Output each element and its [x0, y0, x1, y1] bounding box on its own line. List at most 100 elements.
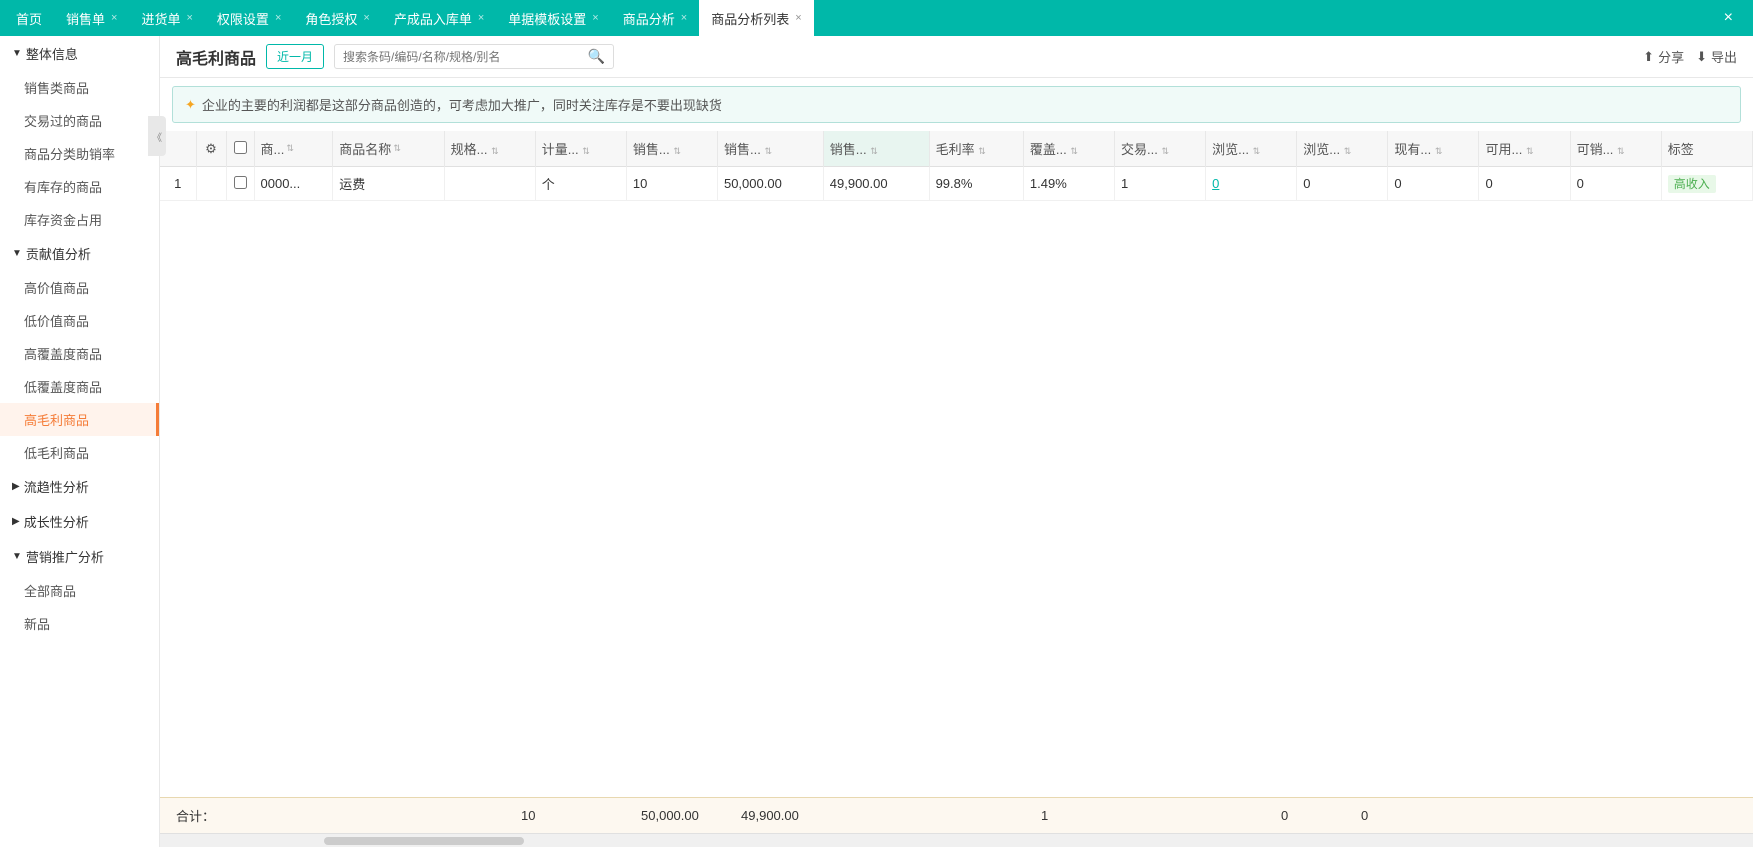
export-button[interactable]: ⬇ 导出: [1696, 47, 1737, 66]
sidebar-group-overall[interactable]: ▼ 整体信息: [0, 36, 159, 71]
horizontal-scrollbar[interactable]: [160, 833, 1753, 847]
search-icon[interactable]: 🔍: [588, 48, 605, 65]
col-saleable[interactable]: 可销... ⇅: [1570, 131, 1661, 167]
sidebar-item-high-profit[interactable]: 高毛利商品: [0, 403, 159, 436]
select-all-checkbox[interactable]: [234, 141, 247, 154]
col-unit[interactable]: 计量... ⇅: [535, 131, 626, 167]
sort-saleprofit-icon: ⇅: [870, 146, 878, 156]
nav-tab-template[interactable]: 单据模板设置 ×: [496, 0, 610, 36]
col-sale-amount[interactable]: 销售... ⇅: [717, 131, 823, 167]
sort-trade-icon: ⇅: [1162, 146, 1170, 156]
window-close-button[interactable]: ×: [1716, 9, 1741, 27]
content-area: 高毛利商品 近一月 🔍 ⬆ 分享 ⬇ 导出 ✦ 企业的主要的利润都是这部分商品创…: [160, 36, 1753, 847]
sort-grossrate-icon: ⇅: [978, 146, 986, 156]
nav-tab-analysis-list[interactable]: 商品分析列表 ×: [699, 0, 813, 36]
sidebar-item-sales-goods[interactable]: 销售类商品: [0, 71, 159, 104]
sidebar-item-traded-goods[interactable]: 交易过的商品: [0, 104, 159, 137]
search-input[interactable]: [343, 50, 588, 64]
filter-month-btn[interactable]: 近一月: [266, 44, 324, 69]
sidebar-item-low-coverage[interactable]: 低覆盖度商品: [0, 370, 159, 403]
sidebar-item-stock-capital[interactable]: 库存资金占用: [0, 203, 159, 236]
cell-saleable: 0: [1570, 167, 1661, 201]
footer-sale-amount: 50,000.00: [635, 808, 735, 823]
cell-spec: [444, 167, 535, 201]
nav-tab-permission[interactable]: 权限设置 ×: [205, 0, 293, 36]
cell-settings: [196, 167, 226, 201]
col-available[interactable]: 可用... ⇅: [1479, 131, 1570, 167]
scrollbar-thumb[interactable]: [324, 837, 524, 845]
cell-name: 运费: [333, 167, 444, 201]
col-sale-count[interactable]: 销售... ⇅: [626, 131, 717, 167]
footer-current: 0: [1275, 808, 1355, 823]
close-product-tab[interactable]: ×: [478, 12, 484, 24]
close-analysis-list-tab[interactable]: ×: [795, 12, 801, 24]
footer-trade: 1: [1035, 808, 1115, 823]
arrow-overall: ▼: [12, 48, 22, 59]
sidebar-group-growth[interactable]: ▶ 成长性分析: [0, 504, 159, 539]
sidebar-item-new-goods[interactable]: 新品: [0, 607, 159, 640]
sidebar: ▼ 整体信息 销售类商品 交易过的商品 商品分类助销率 有库存的商品 库存资金占…: [0, 36, 160, 847]
col-code[interactable]: 商... ⇅: [254, 131, 333, 167]
nav-tab-purchase[interactable]: 进货单 ×: [129, 0, 204, 36]
cell-checkbox[interactable]: [226, 167, 254, 201]
col-coverage[interactable]: 覆盖... ⇅: [1023, 131, 1114, 167]
col-name[interactable]: 商品名称 ⇅: [333, 131, 444, 167]
nav-tab-sales[interactable]: 销售单 ×: [54, 0, 129, 36]
nav-tab-analysis[interactable]: 商品分析 ×: [611, 0, 699, 36]
row-checkbox[interactable]: [234, 176, 247, 189]
tag-badge: 高收入: [1668, 175, 1716, 193]
nav-right: ×: [1716, 9, 1749, 27]
col-settings[interactable]: ⚙: [196, 131, 226, 167]
close-permission-tab[interactable]: ×: [275, 12, 281, 24]
col-tag[interactable]: 标签: [1661, 131, 1752, 167]
footer-cells: 10 50,000.00 49,900.00 1 0 0: [235, 808, 1737, 823]
footer-bar: 合计： 10 50,000.00 49,900.00 1 0 0: [160, 797, 1753, 833]
sort-saleable-icon: ⇅: [1617, 146, 1625, 156]
main-layout: 《 ▼ 整体信息 销售类商品 交易过的商品 商品分类助销率 有库存的商品 库存资…: [0, 36, 1753, 847]
close-sales-tab[interactable]: ×: [111, 12, 117, 24]
sidebar-group-contribution[interactable]: ▼ 贡献值分析: [0, 236, 159, 271]
sidebar-collapse-btn[interactable]: 《: [148, 116, 166, 156]
header-right: ⬆ 分享 ⬇ 导出: [1643, 47, 1737, 66]
sidebar-item-high-value[interactable]: 高价值商品: [0, 271, 159, 304]
close-template-tab[interactable]: ×: [592, 12, 598, 24]
share-button[interactable]: ⬆ 分享: [1643, 47, 1684, 66]
close-role-tab[interactable]: ×: [363, 12, 369, 24]
col-sale-profit[interactable]: 销售... ⇅: [823, 131, 929, 167]
sidebar-item-low-profit[interactable]: 低毛利商品: [0, 436, 159, 469]
sidebar-group-trend[interactable]: ▶ 流趋性分析: [0, 469, 159, 504]
sidebar-item-low-value[interactable]: 低价值商品: [0, 304, 159, 337]
nav-tab-product[interactable]: 产成品入库单 ×: [382, 0, 496, 36]
arrow-trend: ▶: [12, 481, 20, 492]
col-spec[interactable]: 规格... ⇅: [444, 131, 535, 167]
footer-available: 0: [1355, 808, 1435, 823]
info-icon: ✦: [185, 97, 196, 113]
cell-view1[interactable]: 0: [1206, 167, 1297, 201]
col-trade[interactable]: 交易... ⇅: [1115, 131, 1206, 167]
sidebar-group-marketing[interactable]: ▼ 营销推广分析: [0, 539, 159, 574]
cell-sale-amount: 50,000.00: [717, 167, 823, 201]
nav-tab-role[interactable]: 角色授权 ×: [293, 0, 381, 36]
footer-label: 合计：: [176, 806, 215, 825]
content-header: 高毛利商品 近一月 🔍 ⬆ 分享 ⬇ 导出: [160, 36, 1753, 78]
col-view1[interactable]: 浏览... ⇅: [1206, 131, 1297, 167]
col-current[interactable]: 现有... ⇅: [1388, 131, 1479, 167]
cell-unit: 个: [535, 167, 626, 201]
cell-available: 0: [1479, 167, 1570, 201]
close-analysis-tab[interactable]: ×: [681, 12, 687, 24]
col-gross-rate[interactable]: 毛利率 ⇅: [929, 131, 1023, 167]
footer-spacer3: [1195, 808, 1275, 823]
sidebar-item-stocked-goods[interactable]: 有库存的商品: [0, 170, 159, 203]
sidebar-item-high-coverage[interactable]: 高覆盖度商品: [0, 337, 159, 370]
nav-tab-home[interactable]: 首页: [4, 0, 54, 36]
search-box: 🔍: [334, 44, 614, 69]
col-checkbox[interactable]: [226, 131, 254, 167]
sidebar-item-category-rate[interactable]: 商品分类助销率: [0, 137, 159, 170]
sort-coverage-icon: ⇅: [1070, 146, 1078, 156]
sidebar-item-all-goods[interactable]: 全部商品: [0, 574, 159, 607]
close-purchase-tab[interactable]: ×: [186, 12, 192, 24]
table-container[interactable]: ⚙ 商... ⇅ 商品名称 ⇅: [160, 131, 1753, 797]
col-view2[interactable]: 浏览... ⇅: [1297, 131, 1388, 167]
view1-link[interactable]: 0: [1212, 176, 1219, 191]
sort-name-icon: ⇅: [393, 143, 401, 154]
